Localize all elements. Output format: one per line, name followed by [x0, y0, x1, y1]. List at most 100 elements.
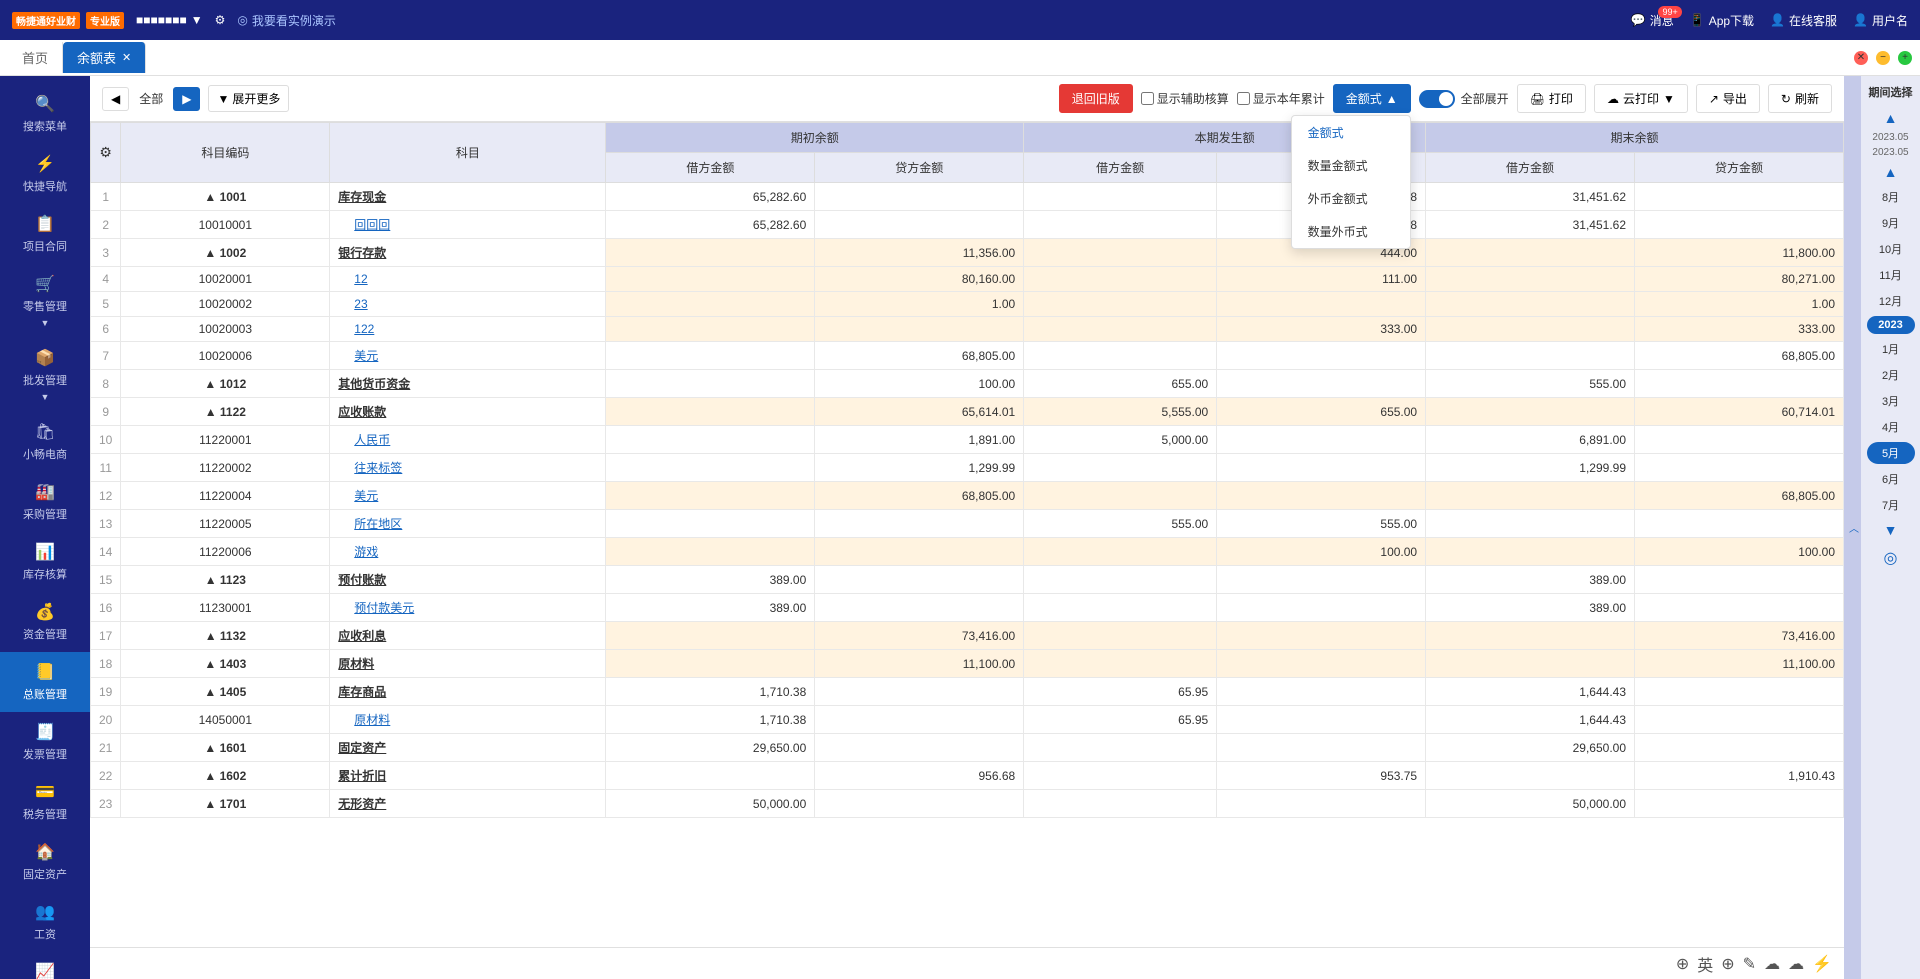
- sidebar-item-retail[interactable]: 🛒 零售管理 ▼: [0, 264, 90, 338]
- panel-collapse-btn[interactable]: 〈: [1844, 76, 1860, 979]
- cell-row-num: 3: [91, 239, 121, 267]
- cell-name[interactable]: 人民币: [330, 426, 606, 454]
- minimize-window-btn[interactable]: −: [1876, 51, 1890, 65]
- bottom-icon-edit[interactable]: ✎: [1743, 954, 1756, 974]
- user-avatar[interactable]: 👤 用户名: [1853, 12, 1908, 29]
- cell-name[interactable]: 游戏: [330, 538, 606, 566]
- company-dropdown[interactable]: ■■■■■■■ ▼: [136, 13, 203, 27]
- tab-home[interactable]: 首页: [8, 42, 63, 73]
- yearly-check[interactable]: [1237, 92, 1250, 105]
- cell-name[interactable]: 23: [330, 292, 606, 317]
- sidebar-item-ecommerce[interactable]: 🛍 小畅电商: [0, 412, 90, 472]
- sidebar-item-tax[interactable]: 💳 税务管理: [0, 772, 90, 832]
- cell-name[interactable]: 12: [330, 267, 606, 292]
- cell-cl-credit: 80,271.00: [1635, 267, 1844, 292]
- ledger-icon: 📒: [35, 662, 55, 682]
- messages-btn[interactable]: 💬 消息 99+: [1631, 12, 1674, 29]
- period-8[interactable]: 8月: [1867, 186, 1915, 208]
- period-year-start: 2023.05: [1872, 132, 1908, 143]
- cell-cur-debit: [1024, 538, 1217, 566]
- cell-name[interactable]: 美元: [330, 342, 606, 370]
- sidebar-item-project[interactable]: 📋 项目合同: [0, 204, 90, 264]
- cell-name[interactable]: 往来标签: [330, 454, 606, 482]
- period-5[interactable]: 5月: [1867, 442, 1915, 464]
- period-4[interactable]: 4月: [1867, 416, 1915, 438]
- period-7[interactable]: 7月: [1867, 494, 1915, 516]
- show-yearly-checkbox[interactable]: 显示本年累计: [1237, 90, 1325, 107]
- bottom-icon-3[interactable]: ⊕: [1721, 954, 1734, 974]
- cell-name: 其他货币资金: [330, 370, 606, 398]
- period-6[interactable]: 6月: [1867, 468, 1915, 490]
- mode-amount[interactable]: 金额式: [1292, 116, 1410, 149]
- cell-op-credit: 100.00: [815, 370, 1024, 398]
- cell-name[interactable]: 122: [330, 317, 606, 342]
- sidebar-item-funds[interactable]: 💰 资金管理: [0, 592, 90, 652]
- bottom-icon-1[interactable]: ⊕: [1676, 954, 1689, 974]
- cell-name[interactable]: 回回回: [330, 211, 606, 239]
- mode-qty-foreign[interactable]: 数量外币式: [1292, 215, 1410, 248]
- back-old-btn[interactable]: 退回旧版: [1059, 84, 1133, 113]
- cell-cur-credit: 111.00: [1217, 267, 1426, 292]
- mode-qty-amount[interactable]: 数量金额式: [1292, 149, 1410, 182]
- cell-name[interactable]: 预付款美元: [330, 594, 606, 622]
- refresh-btn[interactable]: ↻ 刷新: [1768, 84, 1832, 113]
- cell-cur-credit: [1217, 622, 1426, 650]
- close-window-btn[interactable]: ✕: [1854, 51, 1868, 65]
- period-nav-down[interactable]: ▼: [1882, 520, 1900, 540]
- demo-link[interactable]: ◎ 我要看实例演示: [237, 12, 336, 29]
- sidebar-item-assets[interactable]: 🏠 固定资产: [0, 832, 90, 892]
- cell-code: ▲ 1001: [121, 183, 330, 211]
- period-12[interactable]: 12月: [1867, 290, 1915, 312]
- sidebar-item-invoice[interactable]: 🧾 发票管理: [0, 712, 90, 772]
- period-nav-up2[interactable]: ▲: [1882, 162, 1900, 182]
- export-btn[interactable]: ↗ 导出: [1696, 84, 1760, 113]
- expand-more-btn[interactable]: ▼ 展开更多: [208, 85, 289, 112]
- cell-op-credit: [815, 183, 1024, 211]
- sidebar-item-ledger[interactable]: 📒 总账管理: [0, 652, 90, 712]
- sidebar-item-business[interactable]: 📈 经营管理: [0, 952, 90, 979]
- cell-name[interactable]: 美元: [330, 482, 606, 510]
- period-settings-icon[interactable]: ◎: [1884, 548, 1898, 568]
- cell-op-debit: 65,282.60: [606, 183, 815, 211]
- online-service-btn[interactable]: 👤 在线客服: [1770, 12, 1837, 29]
- bottom-icon-bolt[interactable]: ⚡: [1812, 954, 1832, 974]
- period-10[interactable]: 10月: [1867, 238, 1915, 260]
- period-11[interactable]: 11月: [1867, 264, 1915, 286]
- sidebar-item-search[interactable]: 🔍 搜索菜单: [0, 84, 90, 144]
- bottom-icon-cloud1[interactable]: ☁: [1764, 954, 1780, 974]
- period-3[interactable]: 3月: [1867, 390, 1915, 412]
- sidebar-item-purchase[interactable]: 🏭 采购管理: [0, 472, 90, 532]
- sidebar-item-salary[interactable]: 👥 工资: [0, 892, 90, 952]
- period-2[interactable]: 2月: [1867, 364, 1915, 386]
- cloud-print-btn[interactable]: ☁ 云打印 ▼: [1594, 84, 1688, 113]
- sidebar-item-inventory[interactable]: 📊 库存核算: [0, 532, 90, 592]
- period-nav-up[interactable]: ▲: [1882, 108, 1900, 128]
- amount-mode-btn[interactable]: 金额式 ▲: [1333, 84, 1411, 113]
- period-1[interactable]: 1月: [1867, 338, 1915, 360]
- cell-name[interactable]: 所在地区: [330, 510, 606, 538]
- auxiliary-check[interactable]: [1141, 92, 1154, 105]
- expand-all-toggle[interactable]: [1419, 90, 1455, 108]
- column-settings-icon[interactable]: ⚙: [99, 144, 112, 160]
- show-auxiliary-checkbox[interactable]: 显示辅助核算: [1141, 90, 1229, 107]
- app-download-btn[interactable]: 📱 App下载: [1690, 12, 1754, 29]
- maximize-window-btn[interactable]: +: [1898, 51, 1912, 65]
- mode-foreign-amount[interactable]: 外币金额式: [1292, 182, 1410, 215]
- sidebar-item-quicknav[interactable]: ⚡ 快捷导航: [0, 144, 90, 204]
- settings-icon[interactable]: ⚙: [215, 13, 226, 27]
- assets-icon: 🏠: [35, 842, 55, 862]
- period-9[interactable]: 9月: [1867, 212, 1915, 234]
- tab-close-icon[interactable]: ✕: [122, 51, 131, 64]
- tab-balance[interactable]: 余额表 ✕: [63, 42, 146, 73]
- cell-row-num: 17: [91, 622, 121, 650]
- nav-next-btn[interactable]: ▶: [173, 87, 200, 111]
- print-btn[interactable]: 🖨 打印: [1517, 84, 1586, 113]
- nav-prev-btn[interactable]: ◀: [102, 87, 129, 111]
- cell-name: 无形资产: [330, 790, 606, 818]
- th-settings[interactable]: ⚙: [91, 123, 121, 183]
- bottom-icon-lang[interactable]: 英: [1697, 952, 1713, 976]
- bottom-icon-cloud2[interactable]: ☁: [1788, 954, 1804, 974]
- sidebar-item-wholesale[interactable]: 📦 批发管理 ▼: [0, 338, 90, 412]
- inventory-icon: 📊: [35, 542, 55, 562]
- cell-name[interactable]: 原材料: [330, 706, 606, 734]
